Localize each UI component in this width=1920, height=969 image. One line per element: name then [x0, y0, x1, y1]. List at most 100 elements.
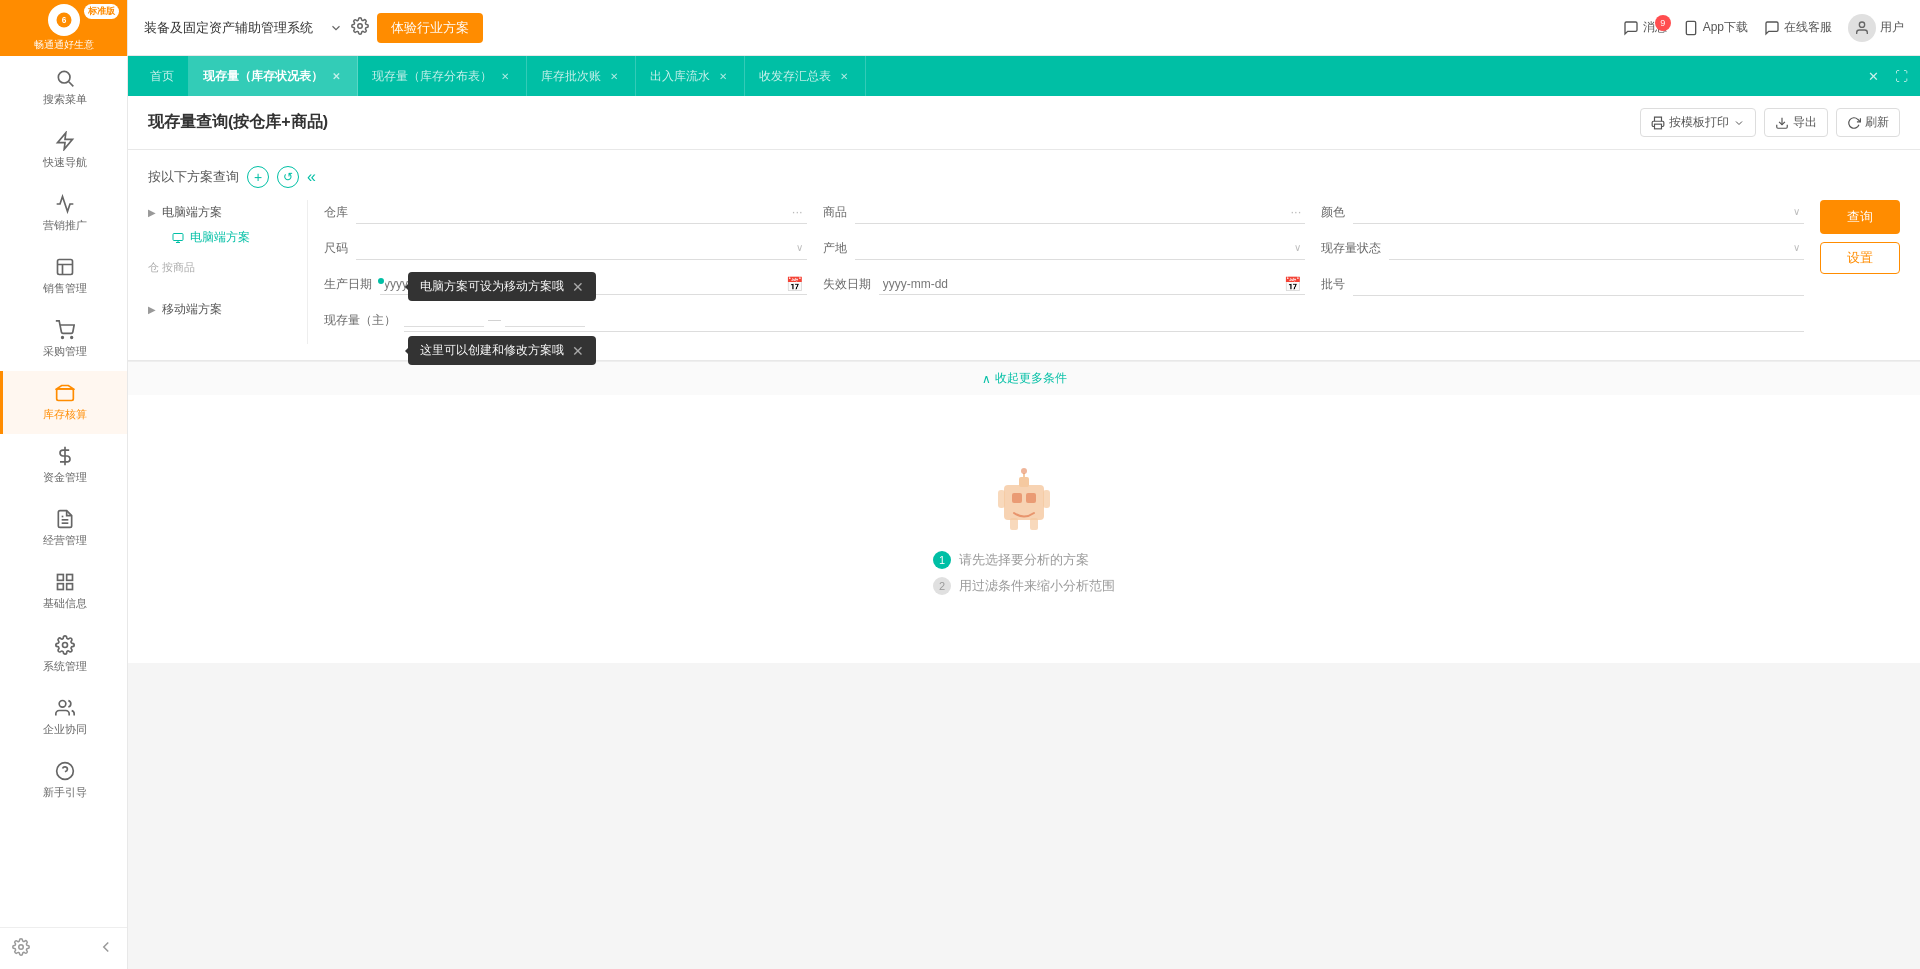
settings-footer-icon[interactable] — [12, 938, 30, 959]
tooltip-scheme-hint-close[interactable]: ✕ — [572, 279, 584, 295]
goods-label: 商品 — [823, 204, 847, 221]
scheme-desktop-parent[interactable]: ▶ 电脑端方案 — [148, 200, 295, 225]
system-dropdown[interactable] — [329, 21, 343, 35]
collapse-label: 收起更多条件 — [995, 370, 1067, 387]
tooltip-create-hint: 这里可以创建和修改方案哦 ✕ — [408, 336, 596, 365]
collapse-bar[interactable]: ∧ 收起更多条件 — [128, 361, 1920, 395]
query-reset-btn[interactable]: ↺ — [277, 166, 299, 188]
tab-close-inout-flow[interactable]: ✕ — [716, 69, 730, 83]
tab-home[interactable]: 首页 — [136, 56, 189, 96]
collapse-sidebar-icon[interactable] — [97, 938, 115, 959]
app-download-label: App下载 — [1703, 19, 1748, 36]
tab-close-batch-account[interactable]: ✕ — [607, 69, 621, 83]
tab-inout-flow[interactable]: 出入库流水 ✕ — [636, 56, 745, 96]
export-btn[interactable]: 导出 — [1764, 108, 1828, 137]
scheme-desktop-item[interactable]: 电脑端方案 — [164, 225, 295, 250]
svg-rect-14 — [67, 584, 73, 590]
user-action[interactable]: 用户 — [1848, 14, 1904, 42]
expire-date-calendar-icon[interactable]: 📅 — [1284, 276, 1301, 292]
sidebar-item-guide[interactable]: 新手引导 — [0, 749, 127, 812]
tab-expand[interactable]: ⛶ — [1891, 65, 1912, 88]
query-arrow-btn[interactable]: « — [307, 168, 316, 186]
batch-no-label: 批号 — [1321, 276, 1345, 293]
empty-tip-1: 1 请先选择要分析的方案 — [933, 551, 1115, 569]
tab-inventory-dist[interactable]: 现存量（库存分布表） ✕ — [358, 56, 527, 96]
search-button[interactable]: 查询 — [1820, 200, 1900, 234]
sidebar-item-search-label: 搜索菜单 — [43, 92, 87, 107]
warehouse-input[interactable]: ··· — [356, 200, 807, 224]
sidebar-item-marketing[interactable]: 营销推广 — [0, 182, 127, 245]
sidebar-item-search[interactable]: 搜索菜单 — [0, 56, 127, 119]
stock-main-range[interactable]: — — [404, 308, 1804, 332]
system-name: 装备及固定资产辅助管理系统 — [144, 19, 313, 37]
tab-close-inventory-dist[interactable]: ✕ — [498, 69, 512, 83]
set-button[interactable]: 设置 — [1820, 242, 1900, 274]
user-avatar — [1848, 14, 1876, 42]
tooltip-scheme-hint: 电脑方案可设为移动方案哦 ✕ — [408, 272, 596, 301]
svg-point-6 — [62, 337, 64, 339]
query-add-btn[interactable]: + — [247, 166, 269, 188]
tab-batch-account-label: 库存批次账 — [541, 68, 601, 85]
color-input[interactable]: ∨ — [1353, 200, 1804, 224]
user-label: 用户 — [1880, 19, 1904, 36]
goods-input[interactable]: ··· — [855, 200, 1306, 224]
filter-size: 尺码 ∨ — [324, 236, 807, 260]
sidebar-item-inventory[interactable]: 库存核算 — [0, 371, 127, 434]
logo-icon: 6 — [48, 4, 80, 36]
tab-inventory-status[interactable]: 现存量（库存状况表） ✕ — [189, 56, 358, 96]
tab-close-inventory-status[interactable]: ✕ — [329, 69, 343, 83]
sidebar-item-operations-label: 经营管理 — [43, 533, 87, 548]
sidebar-item-purchase[interactable]: 采购管理 — [0, 308, 127, 371]
stock-status-input[interactable]: ∨ — [1389, 236, 1804, 260]
top-header-right: 9 消息 App下载 在线客服 用户 — [1623, 14, 1904, 42]
empty-state: 1 请先选择要分析的方案 2 用过滤条件来缩小分析范围 — [128, 395, 1920, 663]
sidebar-item-system[interactable]: 系统管理 — [0, 623, 127, 686]
content: 现存量查询(按仓库+商品) 按模板打印 导出 刷新 — [128, 96, 1920, 969]
filter-warehouse: 仓库 ··· — [324, 200, 807, 224]
color-label: 颜色 — [1321, 204, 1345, 221]
message-action[interactable]: 9 消息 — [1623, 19, 1667, 36]
svg-point-24 — [1859, 22, 1864, 27]
sidebar-item-marketing-label: 营销推广 — [43, 218, 87, 233]
prod-date-calendar-icon[interactable]: 📅 — [786, 276, 803, 292]
refresh-btn[interactable]: 刷新 — [1836, 108, 1900, 137]
empty-illustration — [984, 455, 1064, 535]
sidebar-item-system-label: 系统管理 — [43, 659, 87, 674]
expire-date-field[interactable] — [883, 277, 1285, 291]
tooltip-create-hint-close[interactable]: ✕ — [572, 343, 584, 359]
scheme-mobile-parent[interactable]: ▶ 移动端方案 — [148, 297, 295, 322]
filter-batch-no: 批号 — [1321, 272, 1804, 296]
stock-main-from[interactable] — [404, 312, 484, 327]
sidebar-item-enterprise[interactable]: 企业协同 — [0, 686, 127, 749]
batch-no-input[interactable] — [1353, 272, 1804, 296]
sidebar-item-quick-nav[interactable]: 快速导航 — [0, 119, 127, 182]
sidebar-item-finance[interactable]: 资金管理 — [0, 434, 127, 497]
sidebar-item-operations[interactable]: 经营管理 — [0, 497, 127, 560]
collapse-icon: ∧ — [982, 372, 991, 386]
sidebar-logo: 6 畅通通好生意 标准版 — [0, 0, 127, 56]
sidebar-item-purchase-label: 采购管理 — [43, 344, 87, 359]
origin-input[interactable]: ∨ — [855, 236, 1306, 260]
size-input[interactable]: ∨ — [356, 236, 807, 260]
online-support-action[interactable]: 在线客服 — [1764, 19, 1832, 36]
empty-tip-2: 2 用过滤条件来缩小分析范围 — [933, 577, 1115, 595]
tab-batch-account[interactable]: 库存批次账 ✕ — [527, 56, 636, 96]
tooltip-create-hint-text: 这里可以创建和修改方案哦 — [420, 342, 564, 359]
print-template-btn[interactable]: 按模板打印 — [1640, 108, 1756, 137]
sidebar-item-basic[interactable]: 基础信息 — [0, 560, 127, 623]
svg-text:6: 6 — [61, 15, 66, 25]
settings-header-icon[interactable] — [351, 17, 369, 38]
trial-button[interactable]: 体验行业方案 — [377, 13, 483, 43]
tab-close-all[interactable]: ✕ — [1864, 65, 1883, 88]
sidebar-item-sales[interactable]: 销售管理 — [0, 245, 127, 308]
sidebar-item-sales-label: 销售管理 — [43, 281, 87, 296]
empty-tip-2-text: 用过滤条件来缩小分析范围 — [959, 577, 1115, 595]
app-download-action[interactable]: App下载 — [1683, 19, 1748, 36]
stock-main-to[interactable] — [505, 312, 585, 327]
tab-receive-summary[interactable]: 收发存汇总表 ✕ — [745, 56, 866, 96]
tab-close-receive-summary[interactable]: ✕ — [837, 69, 851, 83]
expire-date-input[interactable]: 📅 — [879, 274, 1306, 295]
warehouse-label: 仓库 — [324, 204, 348, 221]
svg-rect-32 — [1026, 493, 1036, 503]
tab-bar: 首页 现存量（库存状况表） ✕ 现存量（库存分布表） ✕ 库存批次账 ✕ 出入库… — [128, 56, 1920, 96]
